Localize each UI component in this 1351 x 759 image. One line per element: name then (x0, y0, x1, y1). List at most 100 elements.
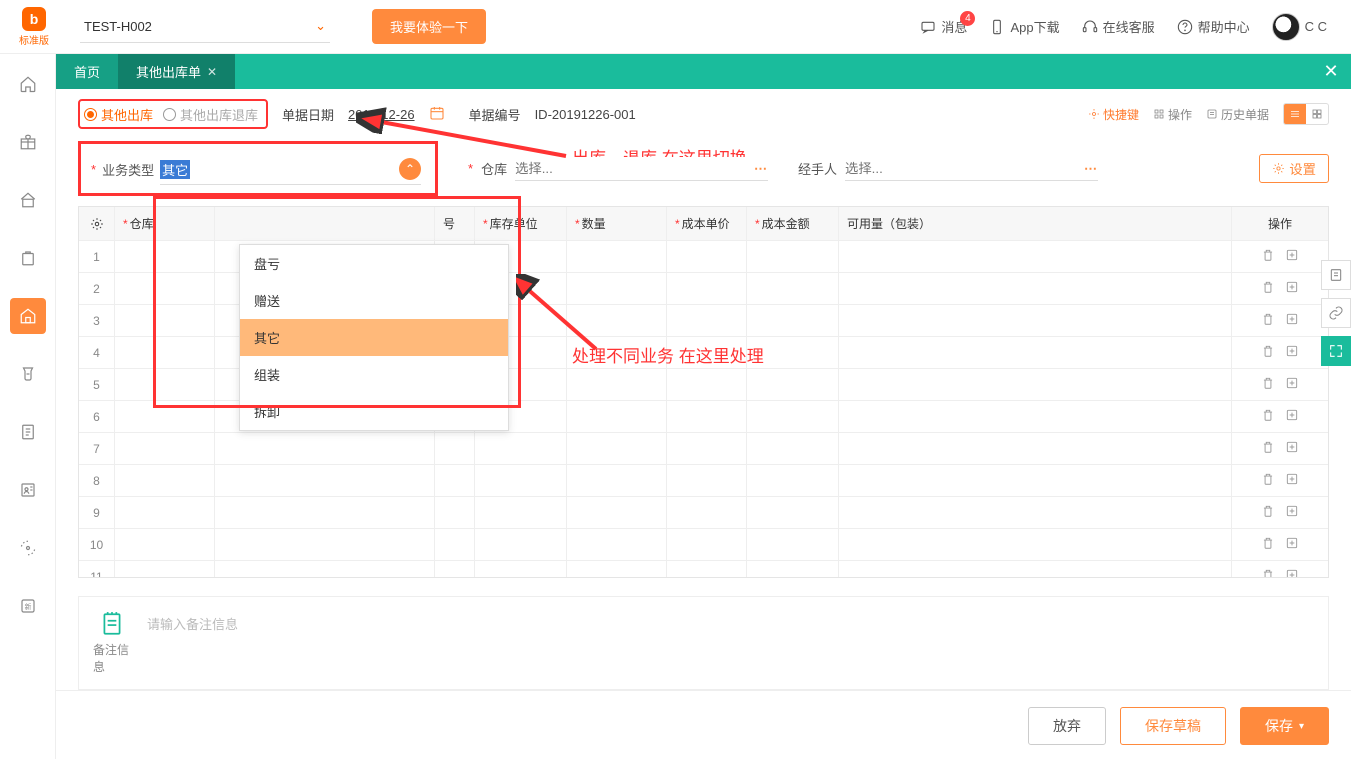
nav-report-icon[interactable] (10, 414, 46, 450)
chevron-up-icon: ⌃ (399, 158, 421, 180)
more-icon[interactable]: ⋯ (754, 161, 768, 177)
shortcut-link[interactable]: 快捷键 (1088, 106, 1139, 123)
tab-bar: 首页 其他出库单✕ ✕ (56, 54, 1351, 89)
col-price: *成本单价 (667, 207, 747, 241)
messages-link[interactable]: 消息 4 (920, 17, 967, 36)
col-warehouse: *仓库 (115, 207, 215, 241)
add-row-icon[interactable] (1285, 408, 1299, 425)
delete-row-icon[interactable] (1261, 504, 1275, 521)
rail-link-icon[interactable] (1321, 298, 1351, 328)
rail-expand-icon[interactable] (1321, 336, 1351, 366)
row-index: 2 (79, 273, 115, 305)
chevron-down-icon: ▾ (1299, 721, 1304, 732)
delete-row-icon[interactable] (1261, 472, 1275, 489)
history-link[interactable]: 历史单据 (1206, 106, 1269, 123)
biz-type-value: 其它 (160, 160, 190, 179)
save-button[interactable]: 保存▾ (1240, 707, 1329, 745)
messages-badge: 4 (960, 11, 975, 26)
add-row-icon[interactable] (1285, 248, 1299, 265)
radio-dot-icon (163, 108, 176, 121)
bill-date-label: 单据日期 (282, 105, 334, 124)
add-row-icon[interactable] (1285, 504, 1299, 521)
nav-sync-icon[interactable] (10, 530, 46, 566)
nav-home-icon[interactable] (10, 66, 46, 102)
option-pankui[interactable]: 盘亏 (240, 245, 508, 282)
biz-type-dropdown: 盘亏 赠送 其它 组装 拆卸 (239, 244, 509, 431)
row-index: 4 (79, 337, 115, 369)
biz-type-select[interactable]: 其它 ⌃ (160, 154, 421, 185)
add-row-icon[interactable] (1285, 440, 1299, 457)
nav-contacts-icon[interactable] (10, 472, 46, 508)
delete-row-icon[interactable] (1261, 408, 1275, 425)
bill-no-label: 单据编号 (469, 105, 521, 124)
delete-row-icon[interactable] (1261, 280, 1275, 297)
app-download-link[interactable]: App下载 (989, 17, 1059, 36)
handler-select[interactable] (845, 157, 1098, 181)
tab-other-outbound[interactable]: 其他出库单✕ (118, 54, 235, 89)
row-index: 1 (79, 241, 115, 273)
view-grid-icon[interactable] (1306, 104, 1328, 124)
logo: b 标准版 (8, 7, 60, 47)
option-zengsong[interactable]: 赠送 (240, 282, 508, 319)
close-tab-icon[interactable]: ✕ (207, 65, 217, 79)
tab-home[interactable]: 首页 (56, 54, 118, 89)
add-row-icon[interactable] (1285, 472, 1299, 489)
remark-input[interactable] (147, 611, 1314, 638)
biz-type-label: 业务类型 (102, 160, 154, 179)
settings-button[interactable]: 设置 (1259, 154, 1329, 183)
row-index: 10 (79, 529, 115, 561)
nav-stock-icon[interactable] (10, 298, 46, 334)
customer-service-link[interactable]: 在线客服 (1082, 17, 1155, 36)
delete-row-icon[interactable] (1261, 248, 1275, 265)
table-row[interactable]: 9 (79, 497, 1328, 529)
user-menu[interactable]: C C (1272, 13, 1327, 41)
table-row[interactable]: 10 (79, 529, 1328, 561)
bill-no-value: ID-20191226-001 (535, 107, 636, 122)
operate-link[interactable]: 操作 (1153, 106, 1192, 123)
delete-row-icon[interactable] (1261, 440, 1275, 457)
delete-row-icon[interactable] (1261, 536, 1275, 553)
add-row-icon[interactable] (1285, 344, 1299, 361)
help-link[interactable]: 帮助中心 (1177, 17, 1250, 36)
delete-row-icon[interactable] (1261, 344, 1275, 361)
radio-dot-icon (84, 108, 97, 121)
save-draft-button[interactable]: 保存草稿 (1120, 707, 1226, 745)
nav-gift-icon[interactable] (10, 124, 46, 160)
option-qita[interactable]: 其它 (240, 319, 508, 356)
add-row-icon[interactable] (1285, 280, 1299, 297)
nav-purchase-icon[interactable] (10, 182, 46, 218)
rail-note-icon[interactable] (1321, 260, 1351, 290)
table-row[interactable]: 7 (79, 433, 1328, 465)
add-row-icon[interactable] (1285, 568, 1299, 578)
calendar-icon[interactable] (429, 105, 445, 124)
org-selector[interactable]: TEST-H002 ⌄ (80, 11, 330, 43)
view-list-icon[interactable] (1284, 104, 1306, 124)
table-row[interactable]: 11 (79, 561, 1328, 578)
col-amount: *成本金额 (747, 207, 839, 241)
option-zuzhuang[interactable]: 组装 (240, 356, 508, 393)
col-settings-icon[interactable] (79, 207, 115, 241)
more-icon[interactable]: ⋯ (1084, 161, 1098, 177)
handler-label: 经手人 (798, 159, 837, 178)
radio-other-outbound-return[interactable]: 其他出库退库 (163, 105, 258, 124)
row-index: 5 (79, 369, 115, 401)
bill-date-value[interactable]: 2019-12-26 (348, 107, 415, 122)
option-chaixie[interactable]: 拆卸 (240, 393, 508, 430)
nav-sale-icon[interactable] (10, 240, 46, 276)
add-row-icon[interactable] (1285, 536, 1299, 553)
row-index: 11 (79, 561, 115, 578)
nav-new-icon[interactable]: 新 (10, 588, 46, 624)
trial-button[interactable]: 我要体验一下 (372, 9, 486, 44)
table-row[interactable]: 8 (79, 465, 1328, 497)
delete-row-icon[interactable] (1261, 312, 1275, 329)
nav-finance-icon[interactable] (10, 356, 46, 392)
discard-button[interactable]: 放弃 (1028, 707, 1106, 745)
delete-row-icon[interactable] (1261, 376, 1275, 393)
close-all-tabs[interactable]: ✕ (1311, 54, 1351, 89)
warehouse-select[interactable] (515, 157, 768, 181)
add-row-icon[interactable] (1285, 312, 1299, 329)
radio-other-outbound[interactable]: 其他出库 (84, 105, 153, 124)
add-row-icon[interactable] (1285, 376, 1299, 393)
row-index: 9 (79, 497, 115, 529)
delete-row-icon[interactable] (1261, 568, 1275, 578)
